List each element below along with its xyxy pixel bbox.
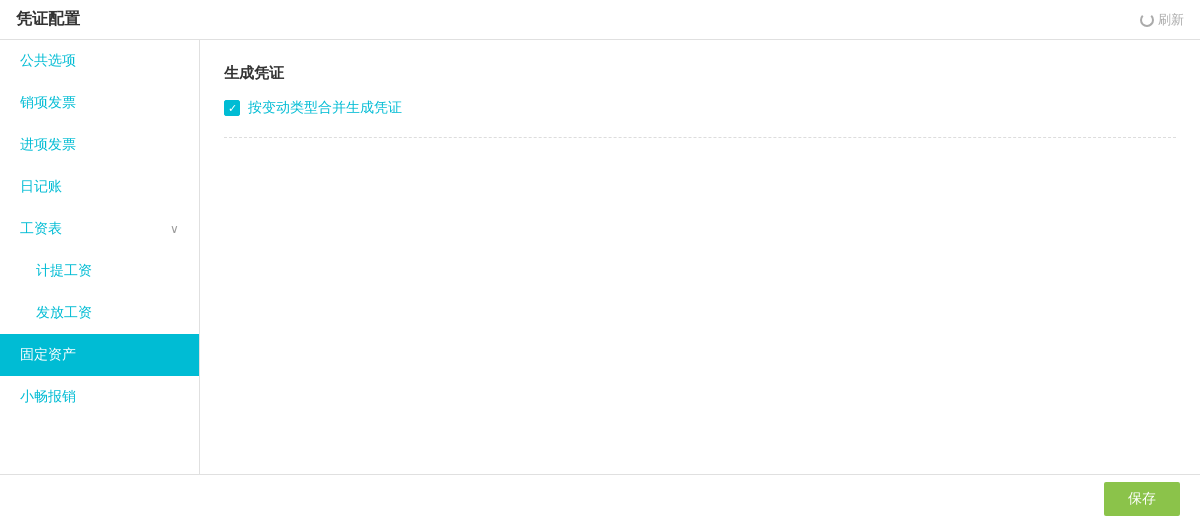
checkbox-label[interactable]: 按变动类型合并生成凭证 [248, 99, 402, 117]
merge-voucher-checkbox[interactable]: ✓ [224, 100, 240, 116]
sidebar-item-label: 工资表 [20, 220, 62, 238]
refresh-label: 刷新 [1158, 11, 1184, 29]
sidebar-item-payroll-table[interactable]: 工资表 ∨ [0, 208, 199, 250]
sidebar-item-label: 进项发票 [20, 136, 76, 154]
sidebar-item-purchase-invoice[interactable]: 进项发票 [0, 124, 199, 166]
sidebar-item-expense-report[interactable]: 小畅报销 [0, 376, 199, 418]
sidebar-item-label: 发放工资 [36, 304, 92, 322]
sidebar-item-label: 计提工资 [36, 262, 92, 280]
sidebar-item-public-options[interactable]: 公共选项 [0, 40, 199, 82]
sidebar-item-pay-salary[interactable]: 发放工资 [0, 292, 199, 334]
top-bar: 凭证配置 刷新 [0, 0, 1200, 40]
page-title: 凭证配置 [16, 9, 80, 30]
chevron-down-icon: ∨ [170, 222, 179, 236]
refresh-icon [1140, 13, 1154, 27]
checkmark-icon: ✓ [228, 103, 237, 114]
save-button[interactable]: 保存 [1104, 482, 1180, 516]
main-layout: 公共选项销项发票进项发票日记账工资表 ∨ 计提工资发放工资固定资产小畅报销 生成凭证… [0, 40, 1200, 474]
sidebar-item-sales-invoice[interactable]: 销项发票 [0, 82, 199, 124]
page-wrapper: 凭证配置 刷新 公共选项销项发票进项发票日记账工资表 ∨ 计提工资发放工资固定资产小… [0, 0, 1200, 522]
refresh-button[interactable]: 刷新 [1140, 11, 1184, 29]
bottom-bar: 保存 [0, 474, 1200, 522]
sidebar-item-label: 日记账 [20, 178, 62, 196]
sidebar-item-label: 销项发票 [20, 94, 76, 112]
sidebar-item-calc-salary[interactable]: 计提工资 [0, 250, 199, 292]
sidebar: 公共选项销项发票进项发票日记账工资表 ∨ 计提工资发放工资固定资产小畅报销 [0, 40, 200, 474]
section-title: 生成凭证 [224, 64, 1176, 83]
sidebar-item-journal[interactable]: 日记账 [0, 166, 199, 208]
sidebar-item-label: 小畅报销 [20, 388, 76, 406]
content-area: 生成凭证 ✓ 按变动类型合并生成凭证 [200, 40, 1200, 474]
sidebar-item-fixed-assets[interactable]: 固定资产 [0, 334, 199, 376]
divider [224, 137, 1176, 138]
sidebar-item-label: 公共选项 [20, 52, 76, 70]
checkbox-row: ✓ 按变动类型合并生成凭证 [224, 99, 1176, 117]
sidebar-item-label: 固定资产 [20, 346, 76, 364]
